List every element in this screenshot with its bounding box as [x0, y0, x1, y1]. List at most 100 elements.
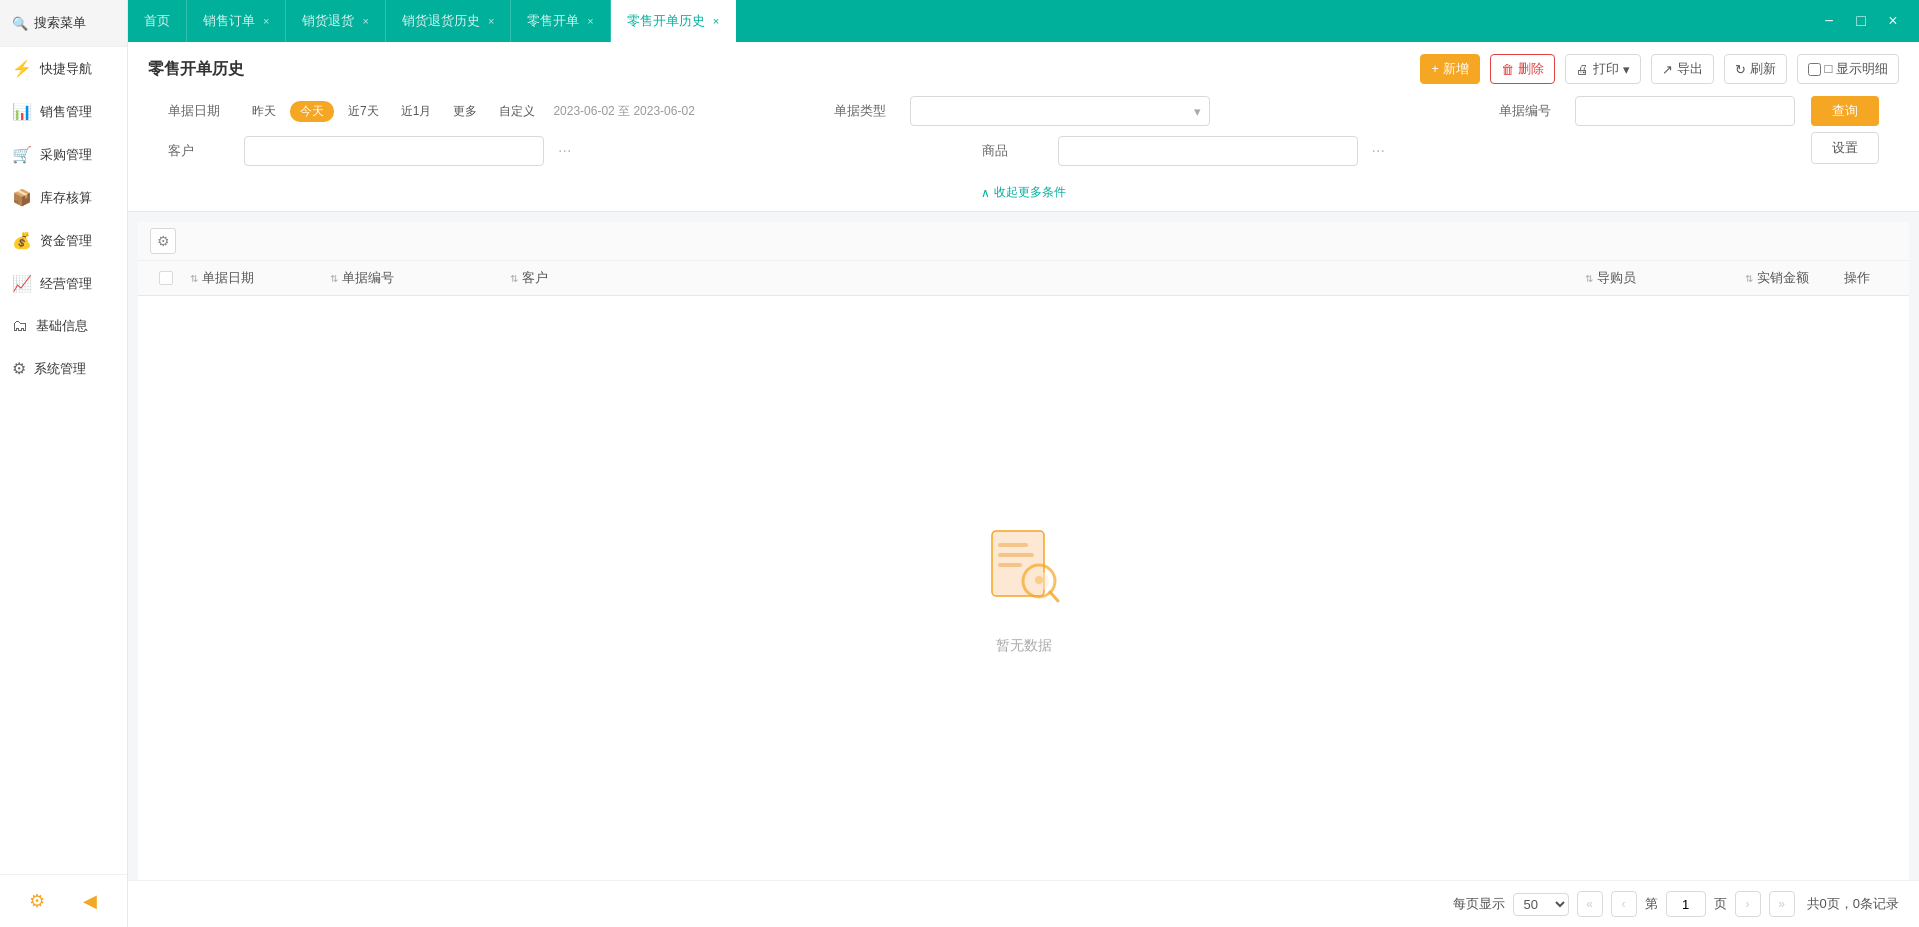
filter-fields: 单据日期 昨天 今天 近7天 近1月 更多 自定义 2023-06-02 至 2…: [168, 96, 1795, 176]
th-amount[interactable]: ⇅ 实销金额: [1697, 269, 1817, 287]
sidebar-item-label: 采购管理: [40, 146, 92, 164]
tab-sales-return-history-close[interactable]: ×: [488, 15, 494, 27]
filter-main-row: 单据日期 昨天 今天 近7天 近1月 更多 自定义 2023-06-02 至 2…: [168, 96, 1879, 176]
date-custom-btn[interactable]: 自定义: [491, 101, 543, 122]
table-area: ⚙ ⇅ 单据日期 ⇅ 单据编号: [128, 212, 1919, 927]
collapse-icon: ◀: [83, 890, 97, 912]
query-button[interactable]: 查询: [1811, 96, 1879, 126]
filter-settings-button[interactable]: 设置: [1811, 132, 1879, 164]
date-yesterday-btn[interactable]: 昨天: [244, 101, 284, 122]
filter-goods-label: 商品: [982, 142, 1052, 160]
maximize-icon: □: [1856, 12, 1866, 30]
th-guide[interactable]: ⇅ 导购员: [1577, 269, 1697, 287]
filter-customer-field: 客户 ···: [168, 136, 982, 166]
column-settings-button[interactable]: ⚙: [150, 228, 176, 254]
page-next-button[interactable]: ›: [1735, 891, 1761, 917]
filter-goods-field: 商品 ···: [982, 136, 1796, 166]
page-first-button[interactable]: «: [1577, 891, 1603, 917]
filter-type-select[interactable]: ▾: [910, 96, 1210, 126]
filter-goods-dots[interactable]: ···: [1364, 142, 1393, 160]
tab-sales-return-close[interactable]: ×: [362, 15, 368, 27]
window-minimize-button[interactable]: −: [1815, 7, 1843, 35]
sidebar-search-label: 搜索菜单: [34, 14, 86, 32]
tab-retail-open[interactable]: 零售开单 ×: [511, 0, 610, 42]
svg-rect-1: [998, 543, 1028, 547]
main-area: 首页 销售订单 × 销货退货 × 销货退货历史 × 零售开单 × 零售开单历史 …: [128, 0, 1919, 927]
delete-icon: 🗑: [1501, 62, 1514, 77]
operation-icon: 📈: [12, 274, 32, 293]
filter-collapse-row: ∧ 收起更多条件: [168, 176, 1879, 211]
tab-sales-return[interactable]: 销货退货 ×: [286, 0, 385, 42]
minimize-icon: −: [1824, 12, 1833, 30]
sidebar-settings-button[interactable]: ⚙: [21, 885, 53, 917]
page-prev-button[interactable]: ‹: [1611, 891, 1637, 917]
pagination: 每页显示 50 10 20 100 « ‹ 第 页 ›: [128, 880, 1919, 927]
th-guide-label: 导购员: [1597, 269, 1636, 287]
sidebar-item-purchase[interactable]: 🛒 采购管理: [0, 133, 127, 176]
refresh-button[interactable]: ↻ 刷新: [1724, 54, 1787, 84]
export-button[interactable]: ↗ 导出: [1651, 54, 1714, 84]
page-size-select[interactable]: 50 10 20 100: [1513, 893, 1569, 916]
sidebar-item-basic[interactable]: 🗂 基础信息: [0, 305, 127, 347]
sidebar-item-finance[interactable]: 💰 资金管理: [0, 219, 127, 262]
collapse-label: 收起更多条件: [994, 184, 1066, 201]
date-last7-btn[interactable]: 近7天: [340, 101, 387, 122]
th-num[interactable]: ⇅ 单据编号: [322, 269, 502, 287]
sidebar-search[interactable]: 🔍 搜索菜单: [0, 0, 127, 47]
window-maximize-button[interactable]: □: [1847, 7, 1875, 35]
print-button[interactable]: 🖨 打印 ▾: [1565, 54, 1641, 84]
quicknav-icon: ⚡: [12, 59, 32, 78]
sidebar-item-sales[interactable]: 📊 销售管理: [0, 90, 127, 133]
per-page-label: 每页显示: [1453, 895, 1505, 913]
filter-num-label: 单据编号: [1499, 102, 1569, 120]
sales-icon: 📊: [12, 102, 32, 121]
display-detail-toggle[interactable]: □ 显示明细: [1797, 54, 1899, 84]
add-button-label: + 新增: [1431, 60, 1468, 78]
th-customer[interactable]: ⇅ 客户: [502, 269, 1577, 287]
date-more-btn[interactable]: 更多: [445, 101, 485, 122]
window-close-button[interactable]: ×: [1879, 7, 1907, 35]
tab-retail-open-close[interactable]: ×: [587, 15, 593, 27]
tab-sales-order-close[interactable]: ×: [263, 15, 269, 27]
filter-num-input[interactable]: [1575, 96, 1795, 126]
select-all-checkbox[interactable]: [159, 271, 173, 285]
close-icon: ×: [1888, 12, 1897, 30]
filter-area: 单据日期 昨天 今天 近7天 近1月 更多 自定义 2023-06-02 至 2…: [148, 96, 1899, 211]
tab-sales-order[interactable]: 销售订单 ×: [187, 0, 286, 42]
sidebar-item-inventory[interactable]: 📦 库存核算: [0, 176, 127, 219]
tab-bar-controls: − □ ×: [1815, 7, 1919, 35]
page-number-input[interactable]: [1666, 891, 1706, 917]
th-date[interactable]: ⇅ 单据日期: [182, 269, 322, 287]
th-action-label: 操作: [1844, 269, 1870, 287]
finance-icon: 💰: [12, 231, 32, 250]
tab-home[interactable]: 首页: [128, 0, 187, 42]
date-last1m-btn[interactable]: 近1月: [393, 101, 440, 122]
filter-customer-input[interactable]: [244, 136, 544, 166]
tab-retail-open-history-close[interactable]: ×: [713, 15, 719, 27]
sidebar-item-quicknav[interactable]: ⚡ 快捷导航: [0, 47, 127, 90]
add-button[interactable]: + 新增: [1420, 54, 1479, 84]
filter-row-1: 单据日期 昨天 今天 近7天 近1月 更多 自定义 2023-06-02 至 2…: [168, 96, 1795, 126]
refresh-icon: ↻: [1735, 62, 1746, 77]
collapse-button[interactable]: ∧ 收起更多条件: [981, 180, 1066, 205]
sidebar-item-label: 系统管理: [34, 360, 86, 378]
delete-button[interactable]: 🗑 删除: [1490, 54, 1555, 84]
tab-retail-open-history-label: 零售开单历史: [627, 12, 705, 30]
sidebar-collapse-button[interactable]: ◀: [74, 885, 106, 917]
page-last-button[interactable]: »: [1769, 891, 1795, 917]
sidebar-item-system[interactable]: ⚙ 系统管理: [0, 347, 127, 390]
tab-retail-open-history[interactable]: 零售开单历史 ×: [611, 0, 736, 42]
sidebar-item-label: 基础信息: [36, 317, 88, 335]
filter-goods-input[interactable]: [1058, 136, 1358, 166]
total-info: 共0页，0条记录: [1807, 895, 1899, 913]
display-detail-checkbox[interactable]: [1808, 63, 1821, 76]
page-next-icon: ›: [1746, 897, 1750, 911]
sidebar-item-operation[interactable]: 📈 经营管理: [0, 262, 127, 305]
th-customer-label: 客户: [522, 269, 548, 287]
tab-sales-return-history[interactable]: 销货退货历史 ×: [386, 0, 511, 42]
export-button-label: 导出: [1677, 60, 1703, 78]
table-header: ⇅ 单据日期 ⇅ 单据编号 ⇅ 客户 ⇅ 导购员: [138, 261, 1909, 296]
date-today-btn[interactable]: 今天: [290, 101, 334, 122]
system-icon: ⚙: [12, 359, 26, 378]
filter-customer-dots[interactable]: ···: [550, 142, 579, 160]
